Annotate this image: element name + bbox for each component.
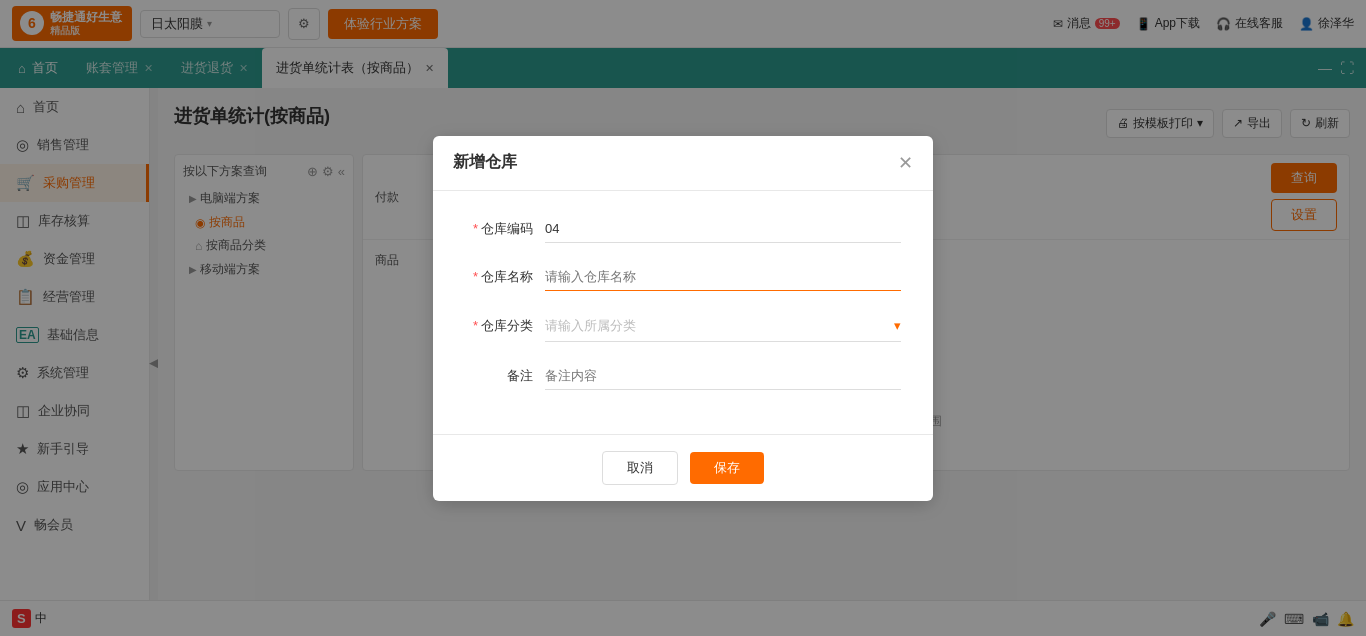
warehouse-code-input[interactable] <box>545 215 901 243</box>
form-row-name: 仓库名称 <box>465 263 901 291</box>
category-label: 仓库分类 <box>465 317 545 335</box>
form-row-remark: 备注 <box>465 362 901 390</box>
code-label: 仓库编码 <box>465 220 545 238</box>
chevron-down-icon: ▾ <box>894 318 901 333</box>
modal-overlay: 新增仓库 ✕ 仓库编码 仓库名称 仓库分类 请输入所属分类 ▾ <box>0 0 1366 636</box>
warehouse-category-select[interactable]: 请输入所属分类 ▾ <box>545 311 901 342</box>
warehouse-name-input[interactable] <box>545 263 901 291</box>
dialog-header: 新增仓库 ✕ <box>433 136 933 191</box>
close-dialog-icon[interactable]: ✕ <box>898 152 913 174</box>
name-label: 仓库名称 <box>465 268 545 286</box>
dialog-footer: 取消 保存 <box>433 434 933 501</box>
form-row-code: 仓库编码 <box>465 215 901 243</box>
cancel-button[interactable]: 取消 <box>602 451 678 485</box>
dialog-title: 新增仓库 <box>453 152 517 173</box>
add-warehouse-dialog: 新增仓库 ✕ 仓库编码 仓库名称 仓库分类 请输入所属分类 ▾ <box>433 136 933 501</box>
remark-label: 备注 <box>465 367 545 385</box>
save-button[interactable]: 保存 <box>690 452 764 484</box>
dialog-body: 仓库编码 仓库名称 仓库分类 请输入所属分类 ▾ 备注 <box>433 191 933 434</box>
form-row-category: 仓库分类 请输入所属分类 ▾ <box>465 311 901 342</box>
warehouse-remark-input[interactable] <box>545 362 901 390</box>
